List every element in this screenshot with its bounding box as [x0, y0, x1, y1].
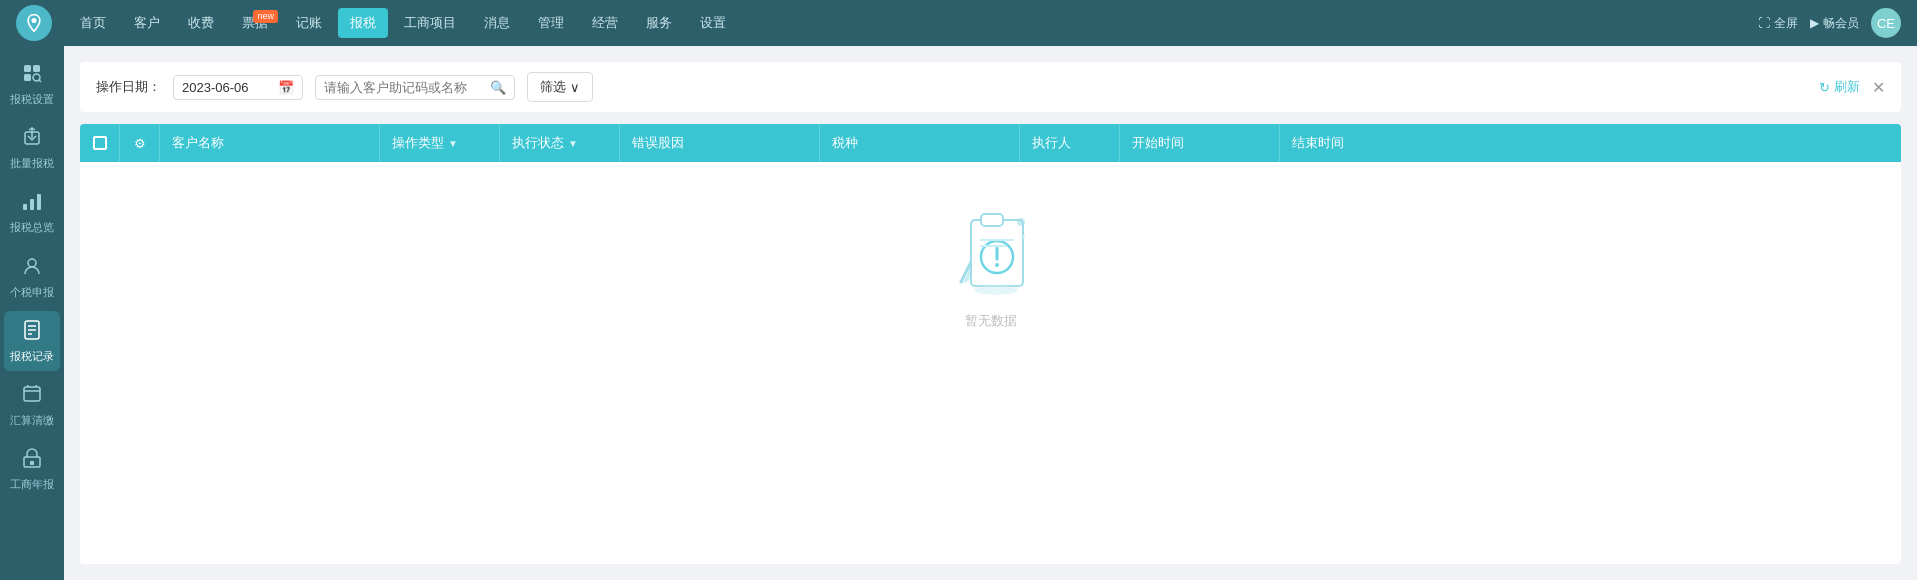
- calendar-icon: 📅: [278, 80, 294, 95]
- nav-item-首页[interactable]: 首页: [68, 8, 118, 38]
- nav-item-收费[interactable]: 收费: [176, 8, 226, 38]
- col-executor: 执行人: [1020, 124, 1120, 162]
- select-all-header[interactable]: [80, 124, 120, 162]
- col-error-reason: 错误股因: [620, 124, 820, 162]
- svg-rect-3: [24, 74, 31, 81]
- svg-rect-21: [30, 461, 34, 465]
- svg-rect-25: [981, 214, 1003, 226]
- fullscreen-btn[interactable]: ⛶ 全屏: [1758, 15, 1798, 32]
- sidebar-item-报税总览[interactable]: 报税总览: [4, 182, 60, 242]
- svg-point-31: [1017, 218, 1025, 226]
- main-layout: 报税设置批量报税报税总览个税申报报税记录汇算清缴工商年报 操作日期： 📅 🔍 筛…: [0, 46, 1917, 580]
- date-picker[interactable]: 📅: [173, 75, 303, 100]
- data-table: ⚙ 客户名称 操作类型 ▼ 执行状态 ▼ 错误股因 税种: [80, 124, 1901, 564]
- nav-item-客户[interactable]: 客户: [122, 8, 172, 38]
- sort-icon-operation[interactable]: ▼: [448, 138, 458, 149]
- play-icon: ▶: [1810, 16, 1819, 30]
- nav-right: ⛶ 全屏 ▶ 畅会员 CE: [1758, 8, 1901, 38]
- top-navigation: 首页客户收费票据new记账报税工商项目消息管理经营服务设置 ⛶ 全屏 ▶ 畅会员…: [0, 0, 1917, 46]
- col-tax-type: 税种: [820, 124, 1020, 162]
- svg-rect-9: [30, 199, 34, 210]
- nav-item-设置[interactable]: 设置: [688, 8, 738, 38]
- date-label: 操作日期：: [96, 78, 161, 96]
- member-btn[interactable]: ▶ 畅会员: [1810, 15, 1859, 32]
- sidebar-label-汇算清缴: 汇算清缴: [10, 414, 54, 427]
- search-icon[interactable]: 🔍: [490, 80, 506, 95]
- svg-point-32: [1021, 235, 1025, 239]
- sidebar-label-个税申报: 个税申报: [10, 286, 54, 299]
- sidebar-label-工商年报: 工商年报: [10, 478, 54, 491]
- nav-items: 首页客户收费票据new记账报税工商项目消息管理经营服务设置: [68, 8, 1758, 38]
- nav-item-报税[interactable]: 报税: [338, 8, 388, 38]
- nav-item-管理[interactable]: 管理: [526, 8, 576, 38]
- sidebar-item-批量报税[interactable]: 批量报税: [4, 118, 60, 178]
- nav-item-工商项目[interactable]: 工商项目: [392, 8, 468, 38]
- search-input[interactable]: [324, 80, 484, 95]
- sidebar-label-报税记录: 报税记录: [10, 350, 54, 363]
- sidebar-icon-个税申报: [21, 255, 43, 282]
- svg-point-28: [995, 263, 999, 267]
- sidebar-icon-工商年报: [21, 447, 43, 474]
- nav-item-服务[interactable]: 服务: [634, 8, 684, 38]
- svg-line-5: [39, 80, 41, 82]
- svg-rect-1: [24, 65, 31, 72]
- col-exec-status: 执行状态 ▼: [500, 124, 620, 162]
- sidebar-item-工商年报[interactable]: 工商年报: [4, 439, 60, 499]
- sidebar-icon-报税记录: [21, 319, 43, 346]
- svg-rect-2: [33, 65, 40, 72]
- table-header: ⚙ 客户名称 操作类型 ▼ 执行状态 ▼ 错误股因 税种: [80, 124, 1901, 162]
- sidebar-item-报税设置[interactable]: 报税设置: [4, 54, 60, 114]
- logo[interactable]: [16, 5, 52, 41]
- sidebar-item-汇算清缴[interactable]: 汇算清缴: [4, 375, 60, 435]
- svg-rect-10: [37, 194, 41, 210]
- col-operation-type: 操作类型 ▼: [380, 124, 500, 162]
- refresh-button[interactable]: ↻ 刷新: [1819, 78, 1860, 96]
- sort-icon-status[interactable]: ▼: [568, 138, 578, 149]
- nav-item-记账[interactable]: 记账: [284, 8, 334, 38]
- fullscreen-icon: ⛶: [1758, 16, 1770, 30]
- sidebar-item-报税记录[interactable]: 报税记录: [4, 311, 60, 371]
- settings-icon: ⚙: [134, 136, 146, 151]
- svg-rect-8: [23, 204, 27, 210]
- sidebar-label-报税总览: 报税总览: [10, 221, 54, 234]
- toolbar: 操作日期： 📅 🔍 筛选 ∨ ↻ 刷新 ✕: [80, 62, 1901, 112]
- svg-point-0: [32, 18, 37, 23]
- col-client-name: 客户名称: [160, 124, 380, 162]
- sidebar-icon-汇算清缴: [21, 383, 43, 410]
- sidebar-item-个税申报[interactable]: 个税申报: [4, 247, 60, 307]
- sidebar: 报税设置批量报税报税总览个税申报报税记录汇算清缴工商年报: [0, 46, 64, 580]
- sidebar-label-报税设置: 报税设置: [10, 93, 54, 106]
- col-start-time: 开始时间: [1120, 124, 1280, 162]
- sidebar-icon-报税设置: [21, 62, 43, 89]
- col-end-time: 结束时间: [1280, 124, 1440, 162]
- close-button[interactable]: ✕: [1872, 78, 1885, 97]
- sidebar-label-批量报税: 批量报税: [10, 157, 54, 170]
- svg-point-4: [33, 74, 40, 81]
- avatar[interactable]: CE: [1871, 8, 1901, 38]
- select-all-checkbox[interactable]: [93, 136, 107, 150]
- svg-point-33: [974, 285, 1018, 295]
- filter-button[interactable]: 筛选 ∨: [527, 72, 593, 102]
- nav-item-票据[interactable]: 票据new: [230, 8, 280, 38]
- nav-item-经营[interactable]: 经营: [580, 8, 630, 38]
- settings-header[interactable]: ⚙: [120, 124, 160, 162]
- empty-text: 暂无数据: [965, 312, 1017, 330]
- search-box[interactable]: 🔍: [315, 75, 515, 100]
- sidebar-icon-批量报税: [21, 126, 43, 153]
- nav-item-消息[interactable]: 消息: [472, 8, 522, 38]
- svg-point-11: [28, 259, 36, 267]
- sidebar-icon-报税总览: [21, 190, 43, 217]
- empty-illustration: [941, 202, 1041, 312]
- date-input[interactable]: [182, 80, 272, 95]
- svg-rect-16: [24, 387, 40, 401]
- empty-state: 暂无数据: [80, 162, 1901, 370]
- content-area: 操作日期： 📅 🔍 筛选 ∨ ↻ 刷新 ✕: [64, 46, 1917, 580]
- chevron-down-icon: ∨: [570, 80, 580, 95]
- table-body: 暂无数据: [80, 162, 1901, 564]
- refresh-icon: ↻: [1819, 80, 1830, 95]
